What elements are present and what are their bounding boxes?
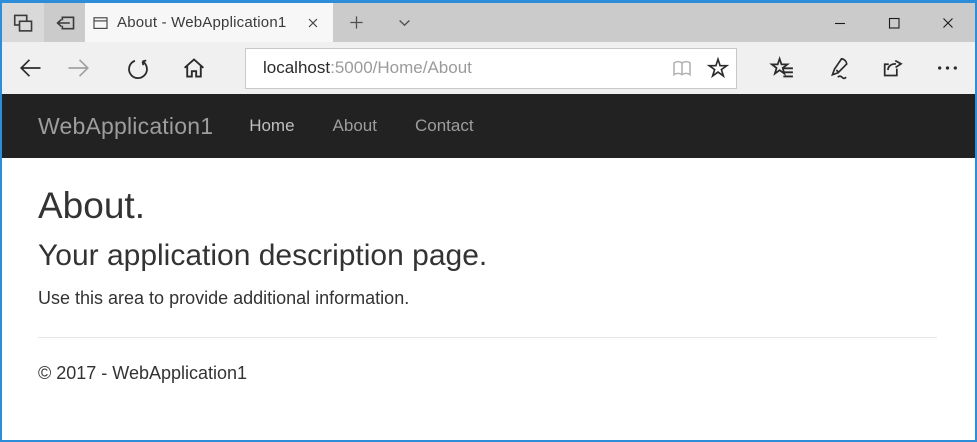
back-arrow-icon (17, 55, 44, 81)
reading-view-button[interactable] (664, 49, 700, 87)
web-notes-button[interactable] (810, 45, 865, 91)
refresh-icon (125, 55, 151, 81)
titlebar-drag-area (429, 3, 813, 42)
star-icon (705, 56, 731, 81)
page-subtitle: Your application description page. (38, 239, 937, 273)
maximize-button[interactable] (867, 3, 921, 42)
url-text: localhost:5000/Home/About (263, 58, 472, 78)
nav-link-home[interactable]: Home (230, 116, 313, 136)
url-path: :5000/Home/About (330, 58, 472, 77)
browser-toolbar: localhost:5000/Home/About (2, 42, 975, 94)
back-button[interactable] (6, 46, 54, 90)
new-tab-button[interactable] (333, 3, 379, 42)
close-icon (940, 15, 956, 31)
browser-tab[interactable]: About - WebApplication1 (85, 3, 333, 42)
share-button[interactable] (865, 45, 920, 91)
nav-link-contact[interactable]: Contact (396, 116, 493, 136)
navbar-links: Home About Contact (230, 116, 492, 136)
tab-title: About - WebApplication1 (117, 14, 293, 31)
tab-preview-toggle-button[interactable] (379, 3, 429, 42)
page-favicon-icon (92, 15, 109, 31)
titlebar: About - WebApplication1 (2, 3, 975, 42)
hub-star-list-icon (769, 55, 796, 81)
set-aside-arrow-icon (54, 13, 76, 33)
footer-divider (38, 337, 937, 338)
address-bar[interactable]: localhost:5000/Home/About (245, 48, 737, 89)
minimize-icon (832, 15, 848, 31)
home-button[interactable] (170, 46, 218, 90)
set-tabs-aside-button[interactable] (44, 3, 85, 42)
minimize-button[interactable] (813, 3, 867, 42)
share-icon (879, 55, 906, 81)
toolbar-right-icons (755, 45, 975, 91)
maximize-icon (886, 15, 902, 31)
plus-icon (348, 14, 365, 31)
close-icon (306, 16, 320, 30)
page-content: About. Your application description page… (2, 158, 975, 311)
refresh-button[interactable] (114, 46, 162, 90)
tabs-preview-icon (12, 13, 34, 33)
chevron-down-icon (396, 16, 413, 30)
tabs-set-aside-button[interactable] (2, 3, 44, 42)
home-icon (181, 55, 207, 81)
window-close-button[interactable] (921, 3, 975, 42)
url-host: localhost (263, 58, 330, 77)
page-title: About. (38, 185, 937, 226)
pen-icon (824, 55, 851, 81)
book-icon (670, 57, 694, 79)
site-navbar: WebApplication1 Home About Contact (2, 94, 975, 158)
forward-button[interactable] (54, 46, 102, 90)
page-viewport: WebApplication1 Home About Contact About… (2, 94, 975, 440)
more-options-button[interactable] (920, 45, 975, 91)
hub-button[interactable] (755, 45, 810, 91)
nav-link-about[interactable]: About (314, 116, 396, 136)
page-footer: © 2017 - WebApplication1 (2, 337, 975, 384)
ellipsis-icon (934, 55, 961, 81)
tab-close-button[interactable] (301, 11, 325, 35)
navbar-brand[interactable]: WebApplication1 (38, 113, 213, 140)
forward-arrow-icon (65, 55, 92, 81)
copyright-text: © 2017 - WebApplication1 (38, 363, 937, 384)
add-favorite-button[interactable] (700, 49, 736, 87)
browser-window: About - WebApplication1 (0, 0, 977, 442)
page-description: Use this area to provide additional info… (38, 286, 937, 311)
